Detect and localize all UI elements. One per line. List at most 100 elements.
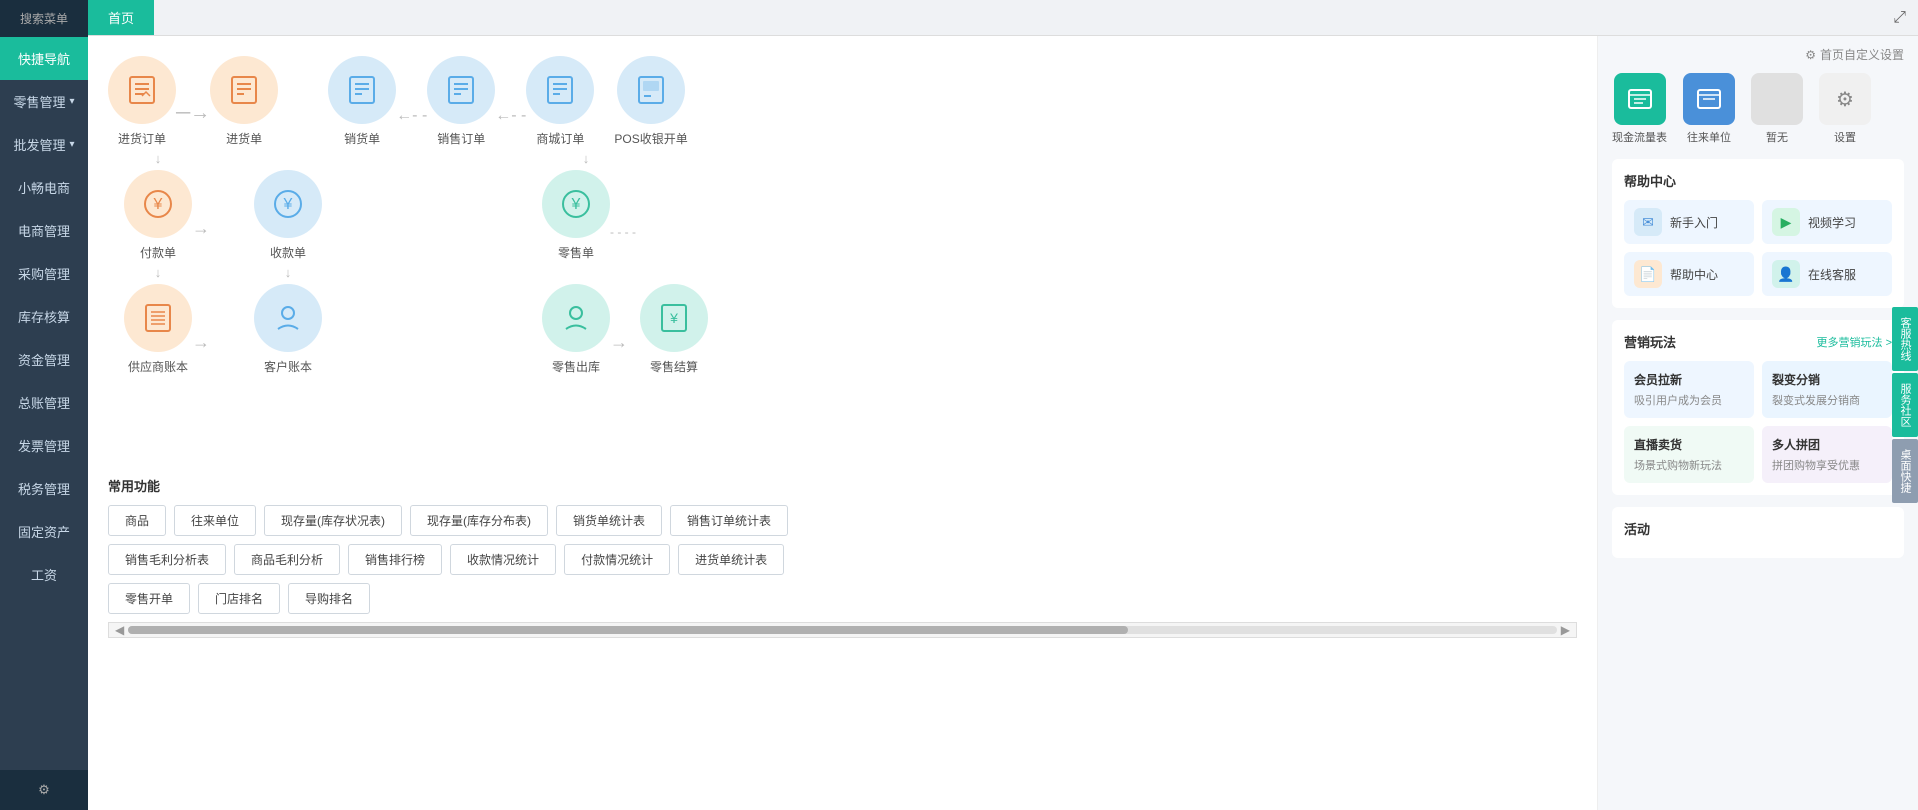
sidebar: 搜索菜单 快捷导航 零售管理 ▾ 批发管理 ▾ 小畅电商 电商管理 采购管理 库… [0, 0, 88, 810]
sidebar-search[interactable]: 搜索菜单 [0, 0, 88, 37]
group-title: 多人拼团 [1772, 436, 1882, 453]
arrow-2: ←- - [396, 107, 427, 147]
float-btn-customer-service[interactable]: 客服热线 [1892, 307, 1918, 371]
payment-icon: ¥ [124, 170, 192, 238]
sidebar-item-finance[interactable]: 资金管理 [0, 338, 88, 381]
sidebar-item-ledger[interactable]: 总账管理 [0, 381, 88, 424]
purchase-bill-icon [210, 56, 278, 124]
func-btn-receipt-stat[interactable]: 收款情况统计 [450, 544, 556, 575]
live-title: 直播卖货 [1634, 436, 1744, 453]
help-item-video[interactable]: ▶ 视频学习 [1762, 200, 1892, 244]
svg-text:¥: ¥ [153, 196, 163, 213]
horizontal-scrollbar[interactable]: ◀ ▶ [108, 622, 1577, 638]
flow-node-purchase-bill[interactable]: 进货单 [210, 56, 278, 147]
func-btn-guide-rank[interactable]: 导购排名 [288, 583, 370, 614]
flow-node-retail-out[interactable]: 零售出库 [542, 284, 610, 375]
sidebar-item-ecommerce-small[interactable]: 小畅电商 [0, 166, 88, 209]
customize-label[interactable]: 首页自定义设置 [1820, 46, 1904, 63]
help-item-help[interactable]: 📄 帮助中心 [1624, 252, 1754, 296]
beginner-label: 新手入门 [1670, 214, 1718, 231]
func-btn-sales-profit[interactable]: 销售毛利分析表 [108, 544, 226, 575]
flow-node-purchase-order[interactable]: 进货订单 [108, 56, 176, 147]
left-panel: 进货订单 ─→ 进货单 [88, 36, 1598, 810]
content-area: 进货订单 ─→ 进货单 [88, 36, 1918, 810]
func-btn-goods[interactable]: 商品 [108, 505, 166, 536]
quick-icon-cash-flow[interactable]: 现金流量表 [1612, 73, 1667, 145]
video-icon: ▶ [1772, 208, 1800, 236]
flow-node-retail-bill[interactable]: ¥ 零售单 [542, 170, 610, 261]
flow-node-pos[interactable]: POS收银开单 [614, 56, 687, 147]
sidebar-item-quick-nav[interactable]: 快捷导航 [0, 37, 88, 80]
mall-order-icon [526, 56, 594, 124]
activity-section: 活动 [1612, 507, 1904, 558]
sidebar-item-wholesale[interactable]: 批发管理 ▾ [0, 123, 88, 166]
beginner-icon: ✉ [1634, 208, 1662, 236]
func-btn-stock-dist[interactable]: 现存量(库存分布表) [410, 505, 548, 536]
common-functions-grid2: 销售毛利分析表 商品毛利分析 销售排行榜 收款情况统计 付款情况统计 进货单统计… [108, 544, 1577, 575]
flow-node-retail-settlement[interactable]: ¥ 零售结算 [640, 284, 708, 375]
arrow-1: ─→ [176, 102, 210, 147]
referral-title: 裂变分销 [1772, 371, 1882, 388]
tab-home[interactable]: 首页 [88, 0, 154, 35]
sidebar-item-tax[interactable]: 税务管理 [0, 467, 88, 510]
scroll-track[interactable] [128, 626, 1557, 634]
scroll-thumb[interactable] [128, 626, 1128, 634]
func-btn-store-rank[interactable]: 门店排名 [198, 583, 280, 614]
float-btn-community[interactable]: 服务社区 [1892, 373, 1918, 437]
receipt-label: 收款单 [270, 244, 306, 261]
flow-node-sales-bill[interactable]: 销货单 [328, 56, 396, 147]
sidebar-item-fixed-asset[interactable]: 固定资产 [0, 510, 88, 553]
gear-icon: ⚙ [38, 782, 50, 797]
retail-bill-label: 零售单 [558, 244, 594, 261]
flow-diagram: 进货订单 ─→ 进货单 [108, 56, 958, 476]
sidebar-item-inventory[interactable]: 库存核算 [0, 295, 88, 338]
sidebar-settings[interactable]: ⚙ [0, 770, 88, 810]
float-btn-desktop[interactable]: 桌面快捷 [1892, 439, 1918, 503]
func-btn-retail-order[interactable]: 零售开单 [108, 583, 190, 614]
flow-node-customer-account[interactable]: 客户账本 [254, 284, 322, 375]
retail-out-label: 零售出库 [552, 358, 600, 375]
help-item-online[interactable]: 👤 在线客服 [1762, 252, 1892, 296]
online-service-icon: 👤 [1772, 260, 1800, 288]
common-functions-title: 常用功能 [108, 476, 1577, 495]
marketing-item-group[interactable]: 多人拼团 拼团购物享受优惠 [1762, 426, 1892, 483]
expand-icon[interactable]: ⤢ [1881, 1, 1918, 35]
flow-node-supplier-account[interactable]: 供应商账本 [124, 284, 192, 375]
func-btn-goods-profit[interactable]: 商品毛利分析 [234, 544, 340, 575]
scroll-right-button[interactable]: ▶ [1557, 623, 1574, 637]
scroll-left-button[interactable]: ◀ [111, 623, 128, 637]
func-btn-sales-order-stat[interactable]: 销售订单统计表 [670, 505, 788, 536]
flow-node-receipt[interactable]: ¥ 收款单 [254, 170, 322, 261]
flow-node-sales-order[interactable]: 销售订单 [427, 56, 495, 147]
marketing-header: 营销玩法 更多营销玩法 > [1624, 332, 1892, 351]
sidebar-item-retail[interactable]: 零售管理 ▾ [0, 80, 88, 123]
quick-icon-none[interactable]: 暂无 [1751, 73, 1803, 145]
help-grid: ✉ 新手入门 ▶ 视频学习 📄 帮助中心 👤 在线客服 [1624, 200, 1892, 296]
quick-icon-settings[interactable]: ⚙ 设置 [1819, 73, 1871, 145]
none-label: 暂无 [1766, 129, 1788, 145]
func-btn-sales-rank[interactable]: 销售排行榜 [348, 544, 442, 575]
marketing-item-live[interactable]: 直播卖货 场景式购物新玩法 [1624, 426, 1754, 483]
customize-header: ⚙ 首页自定义设置 [1612, 46, 1904, 63]
right-panel: ⚙ 首页自定义设置 现金流量表 往来单位 [1598, 36, 1918, 810]
gear-icon-small: ⚙ [1805, 48, 1816, 62]
quick-access-icons: 现金流量表 往来单位 暂无 ⚙ 设置 [1612, 73, 1904, 145]
flow-node-payment[interactable]: ¥ 付款单 [124, 170, 192, 261]
settings-icon: ⚙ [1819, 73, 1871, 125]
quick-icon-contacts[interactable]: 往来单位 [1683, 73, 1735, 145]
sales-bill-icon [328, 56, 396, 124]
func-btn-sales-stat[interactable]: 销货单统计表 [556, 505, 662, 536]
marketing-more[interactable]: 更多营销玩法 > [1817, 334, 1892, 350]
marketing-item-member[interactable]: 会员拉新 吸引用户成为会员 [1624, 361, 1754, 418]
help-item-beginner[interactable]: ✉ 新手入门 [1624, 200, 1754, 244]
func-btn-stock-status[interactable]: 现存量(库存状况表) [264, 505, 402, 536]
func-btn-payment-stat[interactable]: 付款情况统计 [564, 544, 670, 575]
sidebar-item-invoice[interactable]: 发票管理 [0, 424, 88, 467]
sidebar-item-purchase[interactable]: 采购管理 [0, 252, 88, 295]
marketing-item-referral[interactable]: 裂变分销 裂变式发展分销商 [1762, 361, 1892, 418]
func-btn-purchase-stat[interactable]: 进货单统计表 [678, 544, 784, 575]
sidebar-item-salary[interactable]: 工资 [0, 553, 88, 596]
func-btn-contacts[interactable]: 往来单位 [174, 505, 256, 536]
flow-node-mall-order[interactable]: 商城订单 [526, 56, 594, 147]
sidebar-item-ecommerce[interactable]: 电商管理 [0, 209, 88, 252]
